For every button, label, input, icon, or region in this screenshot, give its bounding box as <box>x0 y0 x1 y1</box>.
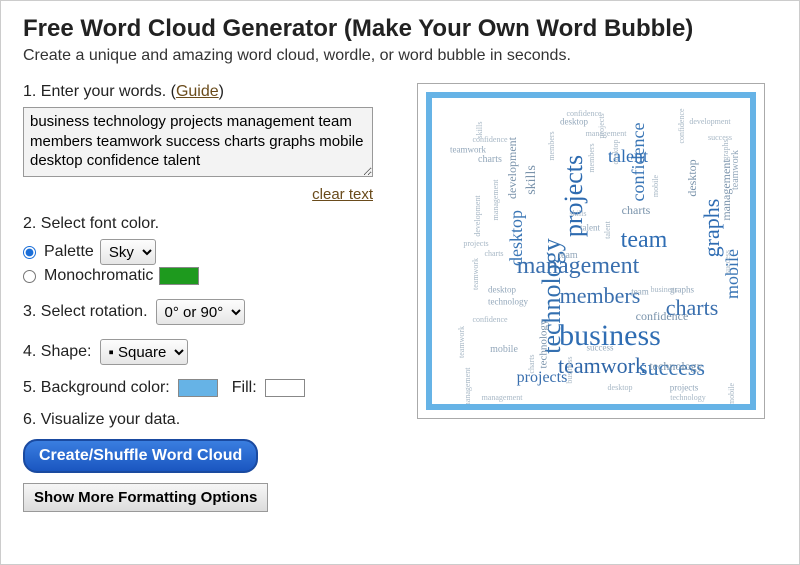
show-more-options-button[interactable]: Show More Formatting Options <box>23 483 268 512</box>
cloud-word: development <box>543 404 584 410</box>
cloud-word: skills <box>570 210 587 218</box>
cloud-word: projects <box>517 370 568 386</box>
step-2-label: 2. Select font color. <box>23 215 393 233</box>
cloud-word: members <box>548 131 556 160</box>
step-3: 3. Select rotation. 0° or 90° <box>23 299 393 325</box>
cloud-word: desktop <box>612 140 620 165</box>
cloud-word: teamwork <box>458 326 466 358</box>
page-subtitle: Create a unique and amazing word cloud, … <box>23 47 777 65</box>
cloud-word: graphs <box>722 139 730 160</box>
cloud-word: confidence <box>566 110 601 118</box>
cloud-word: confidence <box>636 310 689 322</box>
cloud-word: management <box>586 130 627 138</box>
palette-radio-label: Palette <box>44 243 94 261</box>
bg-color-swatch[interactable] <box>178 379 218 397</box>
cloud-word: management <box>482 394 523 402</box>
step-5-label: 5. Background color: <box>23 379 170 397</box>
cloud-word: projects <box>463 240 488 248</box>
cloud-word: desktop <box>608 384 633 392</box>
palette-select[interactable]: Sky <box>100 239 156 265</box>
word-cloud: businessmanagementtechnologyprojectsteam… <box>426 92 756 410</box>
cloud-word: management <box>517 254 640 278</box>
cloud-word: teamwork <box>450 146 486 155</box>
cloud-word: management <box>492 180 500 221</box>
cloud-word: technology <box>488 298 528 307</box>
cloud-word: projects <box>670 384 699 393</box>
clear-text-link[interactable]: clear text <box>312 186 373 203</box>
cloud-word: development <box>474 195 482 236</box>
create-shuffle-button[interactable]: Create/Shuffle Word Cloud <box>23 439 258 473</box>
cloud-word: desktop <box>488 286 516 295</box>
cloud-word: business <box>650 286 677 294</box>
cloud-word: management <box>464 368 472 409</box>
cloud-word: success <box>587 344 614 353</box>
cloud-word: talent <box>604 221 612 239</box>
step-6-label: 6. Visualize your data. <box>23 411 393 429</box>
cloud-word: mobile <box>490 345 518 355</box>
cloud-word: skills <box>476 122 484 139</box>
cloud-word: business <box>566 356 574 383</box>
page-title: Free Word Cloud Generator (Make Your Own… <box>23 15 777 43</box>
step-4-label: 4. Shape: <box>23 343 92 361</box>
cloud-word: team <box>558 251 577 261</box>
word-cloud-frame: businessmanagementtechnologyprojectsteam… <box>417 83 765 419</box>
cloud-word: development <box>689 118 730 126</box>
cloud-word: charts <box>622 204 651 216</box>
cloud-word: teamwork <box>472 258 480 290</box>
app-container: Free Word Cloud Generator (Make Your Own… <box>0 0 800 565</box>
mono-color-swatch[interactable] <box>159 267 199 285</box>
cloud-word: members <box>560 285 641 307</box>
cloud-word: mobile <box>728 383 736 405</box>
cloud-word: technology <box>670 394 706 402</box>
step-6: 6. Visualize your data. Create/Shuffle W… <box>23 411 393 512</box>
cloud-word: mobile <box>652 175 660 197</box>
controls-panel: 1. Enter your words. (Guide) clear text … <box>23 83 393 522</box>
fill-color-swatch[interactable] <box>265 379 305 397</box>
cloud-word: talent <box>580 224 600 233</box>
cloud-word: charts <box>484 250 503 258</box>
cloud-word: desktop <box>560 118 588 127</box>
fill-label: Fill: <box>232 379 257 397</box>
cloud-word: skills <box>525 165 539 195</box>
cloud-word: desktop <box>507 210 525 266</box>
cloud-word: development <box>506 137 518 199</box>
monochromatic-radio[interactable] <box>23 270 36 283</box>
cloud-word: members <box>588 143 596 172</box>
preview-panel: businessmanagementtechnologyprojectsteam… <box>417 83 777 522</box>
cloud-word: team <box>631 288 649 297</box>
cloud-word: charts <box>478 155 502 165</box>
cloud-word: confidence <box>472 316 507 324</box>
cloud-word: success <box>724 250 732 274</box>
words-textarea[interactable] <box>23 107 373 177</box>
cloud-word: technology <box>539 320 550 369</box>
cloud-word: management <box>720 159 732 220</box>
cloud-word: charts <box>528 354 536 373</box>
step-4: 4. Shape: ▪ Square <box>23 339 393 365</box>
step-1: 1. Enter your words. (Guide) clear text <box>23 83 393 203</box>
step-3-label: 3. Select rotation. <box>23 303 148 321</box>
palette-radio[interactable] <box>23 246 36 259</box>
cloud-word: team <box>621 228 668 252</box>
step-5: 5. Background color: Fill: <box>23 379 393 397</box>
cloud-word: technology <box>649 360 702 372</box>
monochromatic-radio-label: Monochromatic <box>44 267 153 285</box>
guide-link[interactable]: Guide <box>176 83 219 100</box>
shape-select[interactable]: ▪ Square <box>100 339 188 365</box>
step-1-label: 1. Enter your words. (Guide) <box>23 83 393 101</box>
rotation-select[interactable]: 0° or 90° <box>156 299 245 325</box>
step-2: 2. Select font color. Palette Sky Monoch… <box>23 215 393 285</box>
cloud-word: desktop <box>686 159 698 196</box>
cloud-word: confidence <box>678 108 686 143</box>
